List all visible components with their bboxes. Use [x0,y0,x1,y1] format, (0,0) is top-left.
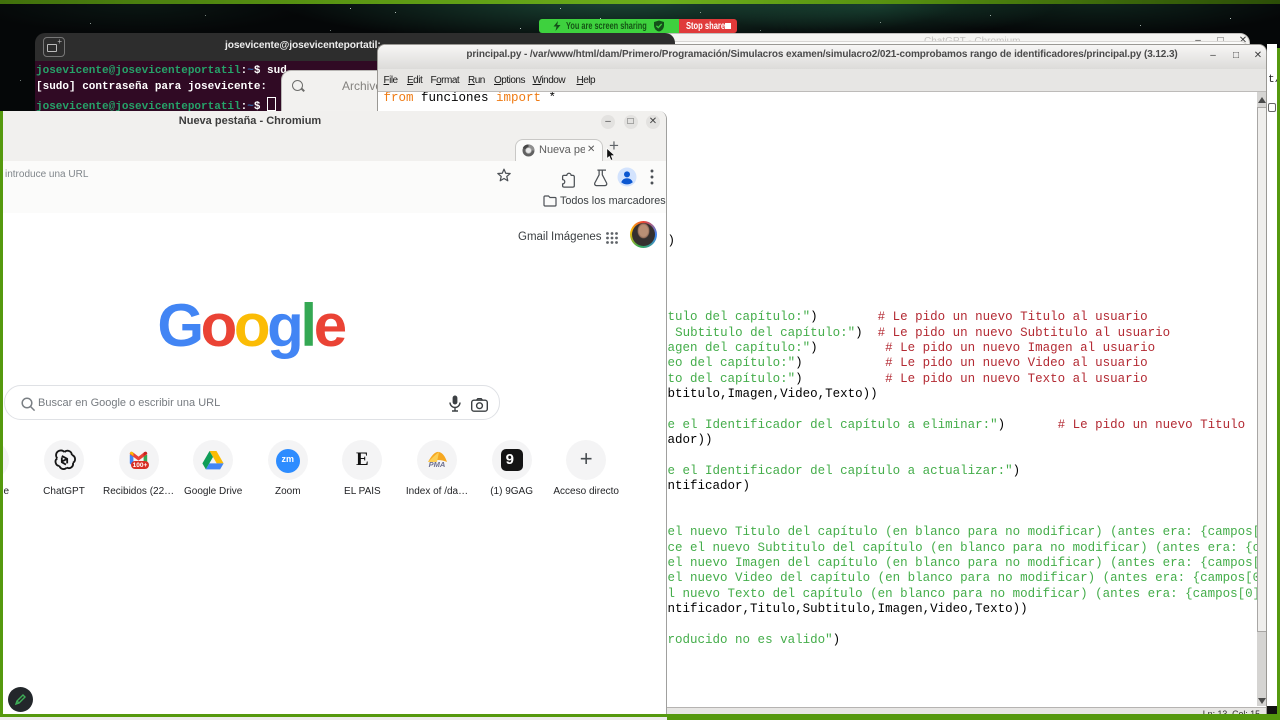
svg-text:PMA: PMA [429,460,446,468]
